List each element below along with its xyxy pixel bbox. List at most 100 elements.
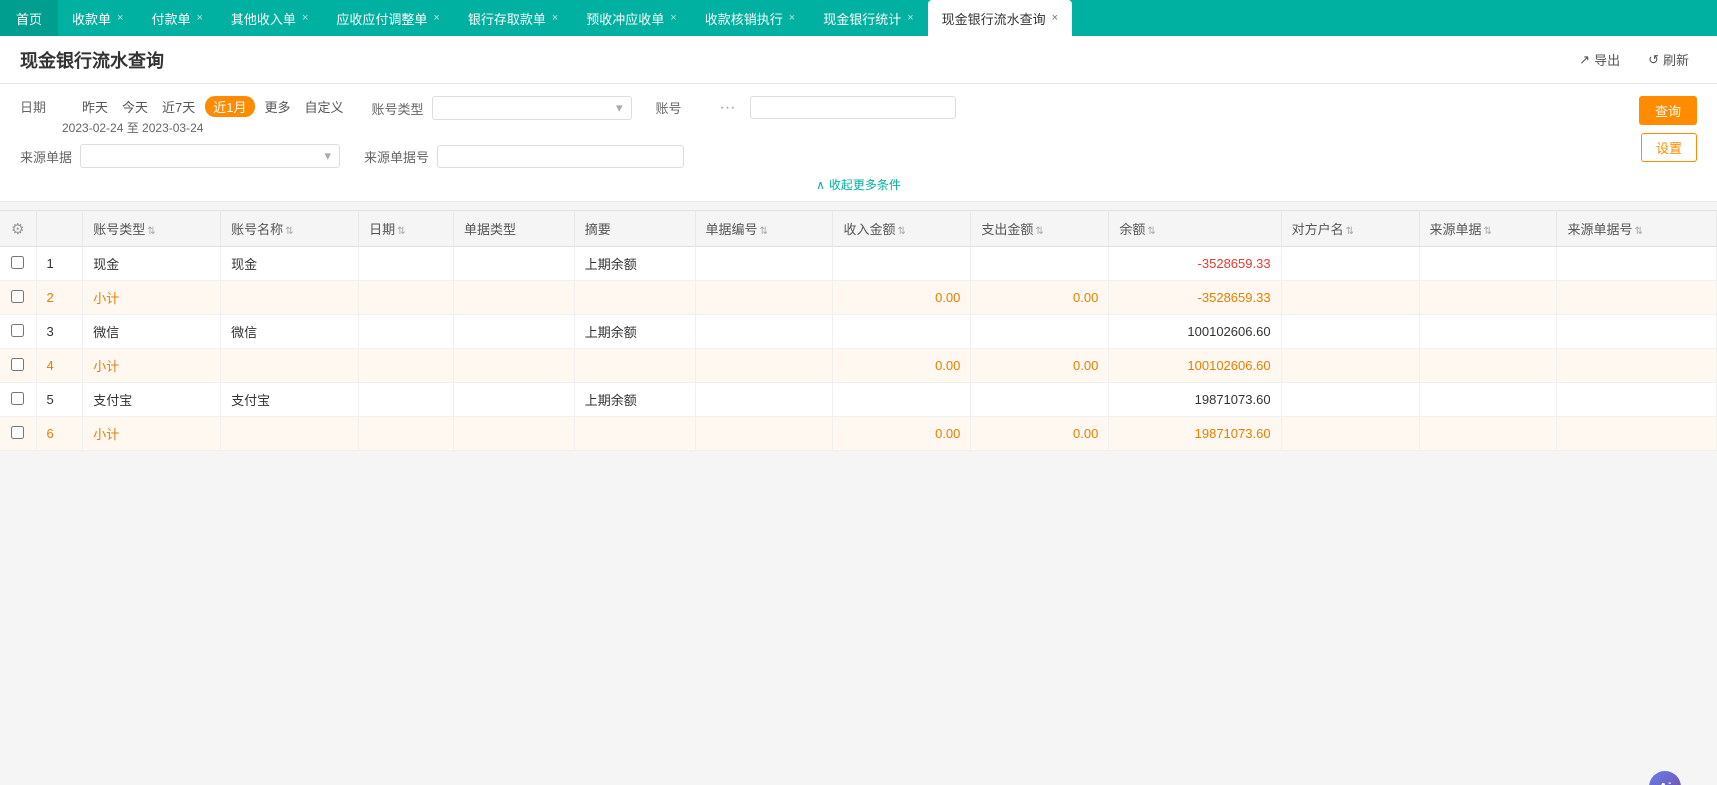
col-acct-type[interactable]: 账号类型⇅ bbox=[83, 211, 221, 247]
col-gear[interactable]: ⚙ bbox=[0, 211, 36, 247]
col-acct-name[interactable]: 账号名称⇅ bbox=[221, 211, 359, 247]
table-row: 4 小计 0.00 0.00 100102606.60 bbox=[0, 349, 1717, 383]
sort-source-doc-icon: ⇅ bbox=[1484, 226, 1492, 237]
row-acct-name bbox=[221, 281, 359, 315]
date-custom[interactable]: 自定义 bbox=[301, 96, 348, 117]
query-button[interactable]: 查询 bbox=[1639, 96, 1697, 125]
ai-assistant-button[interactable]: Ai bbox=[1649, 771, 1681, 785]
nav-item-qitashouruden[interactable]: 其他收入单 × bbox=[217, 0, 322, 36]
col-doc-no[interactable]: 单据编号⇅ bbox=[695, 211, 833, 247]
date-yesterday[interactable]: 昨天 bbox=[78, 96, 112, 117]
date-shortcuts: 昨天 今天 近7天 近1月 更多 自定义 bbox=[78, 96, 348, 117]
filter-area: 日期 昨天 今天 近7天 近1月 更多 自定义 2023-02-24 至 202… bbox=[0, 84, 1717, 202]
close-yingshou-icon[interactable]: × bbox=[433, 12, 439, 24]
col-source-doc-no[interactable]: 来源单据号⇅ bbox=[1557, 211, 1717, 247]
page-header: 现金银行流水查询 ↗ 导出 ↺ 刷新 bbox=[0, 36, 1717, 84]
refresh-button[interactable]: ↺ 刷新 bbox=[1640, 46, 1697, 73]
account-input[interactable] bbox=[750, 96, 956, 119]
col-balance[interactable]: 余额⇅ bbox=[1109, 211, 1281, 247]
col-source-doc[interactable]: 来源单据⇅ bbox=[1419, 211, 1557, 247]
row-index: 2 bbox=[36, 281, 83, 315]
close-fukuandan-icon[interactable]: × bbox=[196, 12, 202, 24]
date-1month[interactable]: 近1月 bbox=[205, 96, 254, 117]
table-header-row: ⚙ 账号类型⇅ 账号名称⇅ 日期⇅ 单据类型 摘要 单据编号⇅ 收入金额⇅ 支出… bbox=[0, 211, 1717, 247]
collapse-bar[interactable]: ∧ 收起更多条件 bbox=[20, 172, 1697, 193]
nav-item-yushou[interactable]: 预收冲应收单 × bbox=[572, 0, 690, 36]
account-label: 账号 bbox=[656, 98, 706, 117]
row-source-doc-no bbox=[1557, 281, 1717, 315]
row-checkbox[interactable] bbox=[0, 315, 36, 349]
row-summary bbox=[574, 349, 695, 383]
row-acct-name: 微信 bbox=[221, 315, 359, 349]
row-acct-name bbox=[221, 417, 359, 451]
row-expense bbox=[971, 247, 1109, 281]
row-acct-type: 小计 bbox=[83, 281, 221, 315]
row-checkbox[interactable] bbox=[0, 383, 36, 417]
sort-expense-icon: ⇅ bbox=[1035, 226, 1043, 237]
row-date bbox=[359, 383, 454, 417]
table-row: 1 现金 现金 上期余额 -3528659.33 bbox=[0, 247, 1717, 281]
row-checkbox[interactable] bbox=[0, 247, 36, 281]
col-expense[interactable]: 支出金额⇅ bbox=[971, 211, 1109, 247]
settings-button[interactable]: 设置 bbox=[1641, 133, 1697, 162]
nav-item-xianjintongji[interactable]: 现金银行统计 × bbox=[809, 0, 927, 36]
row-doc-no bbox=[695, 315, 833, 349]
account-type-select[interactable]: ▾ bbox=[432, 96, 632, 120]
nav-item-shoukuandan[interactable]: 收款单 × bbox=[58, 0, 137, 36]
close-yushou-icon[interactable]: × bbox=[670, 12, 676, 24]
row-date bbox=[359, 281, 454, 315]
close-tongji-icon[interactable]: × bbox=[907, 12, 913, 24]
col-income[interactable]: 收入金额⇅ bbox=[833, 211, 971, 247]
source-doc-no-label: 来源单据号 bbox=[364, 147, 429, 166]
export-button[interactable]: ↗ 导出 bbox=[1571, 46, 1628, 73]
row-doc-no bbox=[695, 383, 833, 417]
close-qitashouru-icon[interactable]: × bbox=[302, 12, 308, 24]
row-index: 4 bbox=[36, 349, 83, 383]
nav-item-liushui[interactable]: 现金银行流水查询 × bbox=[928, 0, 1072, 36]
col-counter-party[interactable]: 对方户名⇅ bbox=[1281, 211, 1419, 247]
close-yinhang-icon[interactable]: × bbox=[552, 12, 558, 24]
row-income bbox=[833, 383, 971, 417]
row-summary: 上期余额 bbox=[574, 315, 695, 349]
col-idx bbox=[36, 211, 83, 247]
nav-item-yingshou[interactable]: 应收应付调整单 × bbox=[322, 0, 453, 36]
date-filter-group: 日期 昨天 今天 近7天 近1月 更多 自定义 2023-02-24 至 202… bbox=[20, 96, 348, 136]
row-acct-type: 支付宝 bbox=[83, 383, 221, 417]
nav-item-fukuandan[interactable]: 付款单 × bbox=[137, 0, 216, 36]
close-hexiao-icon[interactable]: × bbox=[789, 12, 795, 24]
date-more[interactable]: 更多 bbox=[261, 96, 295, 117]
row-income: 0.00 bbox=[833, 281, 971, 315]
row-counter-party bbox=[1281, 247, 1419, 281]
date-range-display: 2023-02-24 至 2023-03-24 bbox=[62, 121, 203, 135]
sort-acct-type-icon: ⇅ bbox=[147, 226, 155, 237]
row-index: 1 bbox=[36, 247, 83, 281]
nav-item-yinhangcunkuan[interactable]: 银行存取款单 × bbox=[454, 0, 572, 36]
row-date bbox=[359, 349, 454, 383]
sort-balance-icon: ⇅ bbox=[1147, 226, 1155, 237]
col-summary[interactable]: 摘要 bbox=[574, 211, 695, 247]
date-7days[interactable]: 近7天 bbox=[158, 96, 199, 117]
sort-source-docno-icon: ⇅ bbox=[1634, 226, 1642, 237]
row-checkbox[interactable] bbox=[0, 349, 36, 383]
account-dots[interactable]: ··· bbox=[714, 99, 742, 117]
source-doc-group: 来源单据 ▾ bbox=[20, 144, 340, 168]
account-type-label: 账号类型 bbox=[372, 99, 424, 118]
row-doc-type bbox=[454, 315, 575, 349]
nav-home[interactable]: 首页 bbox=[0, 0, 58, 36]
row-checkbox[interactable] bbox=[0, 281, 36, 315]
source-doc-no-input[interactable] bbox=[437, 145, 684, 168]
nav-item-shoukuanhexiao[interactable]: 收款核销执行 × bbox=[691, 0, 809, 36]
close-liushui-icon[interactable]: × bbox=[1052, 12, 1058, 24]
close-shoukuandan-icon[interactable]: × bbox=[117, 12, 123, 24]
sort-date-icon: ⇅ bbox=[397, 226, 405, 237]
source-doc-select[interactable]: ▾ bbox=[80, 144, 340, 168]
table-container: ⚙ 账号类型⇅ 账号名称⇅ 日期⇅ 单据类型 摘要 单据编号⇅ 收入金额⇅ 支出… bbox=[0, 210, 1717, 451]
col-doc-type[interactable]: 单据类型 bbox=[454, 211, 575, 247]
date-today[interactable]: 今天 bbox=[118, 96, 152, 117]
col-date[interactable]: 日期⇅ bbox=[359, 211, 454, 247]
row-expense bbox=[971, 315, 1109, 349]
row-counter-party bbox=[1281, 383, 1419, 417]
row-income bbox=[833, 315, 971, 349]
row-checkbox[interactable] bbox=[0, 417, 36, 451]
account-group: 账号 ··· bbox=[656, 96, 956, 119]
